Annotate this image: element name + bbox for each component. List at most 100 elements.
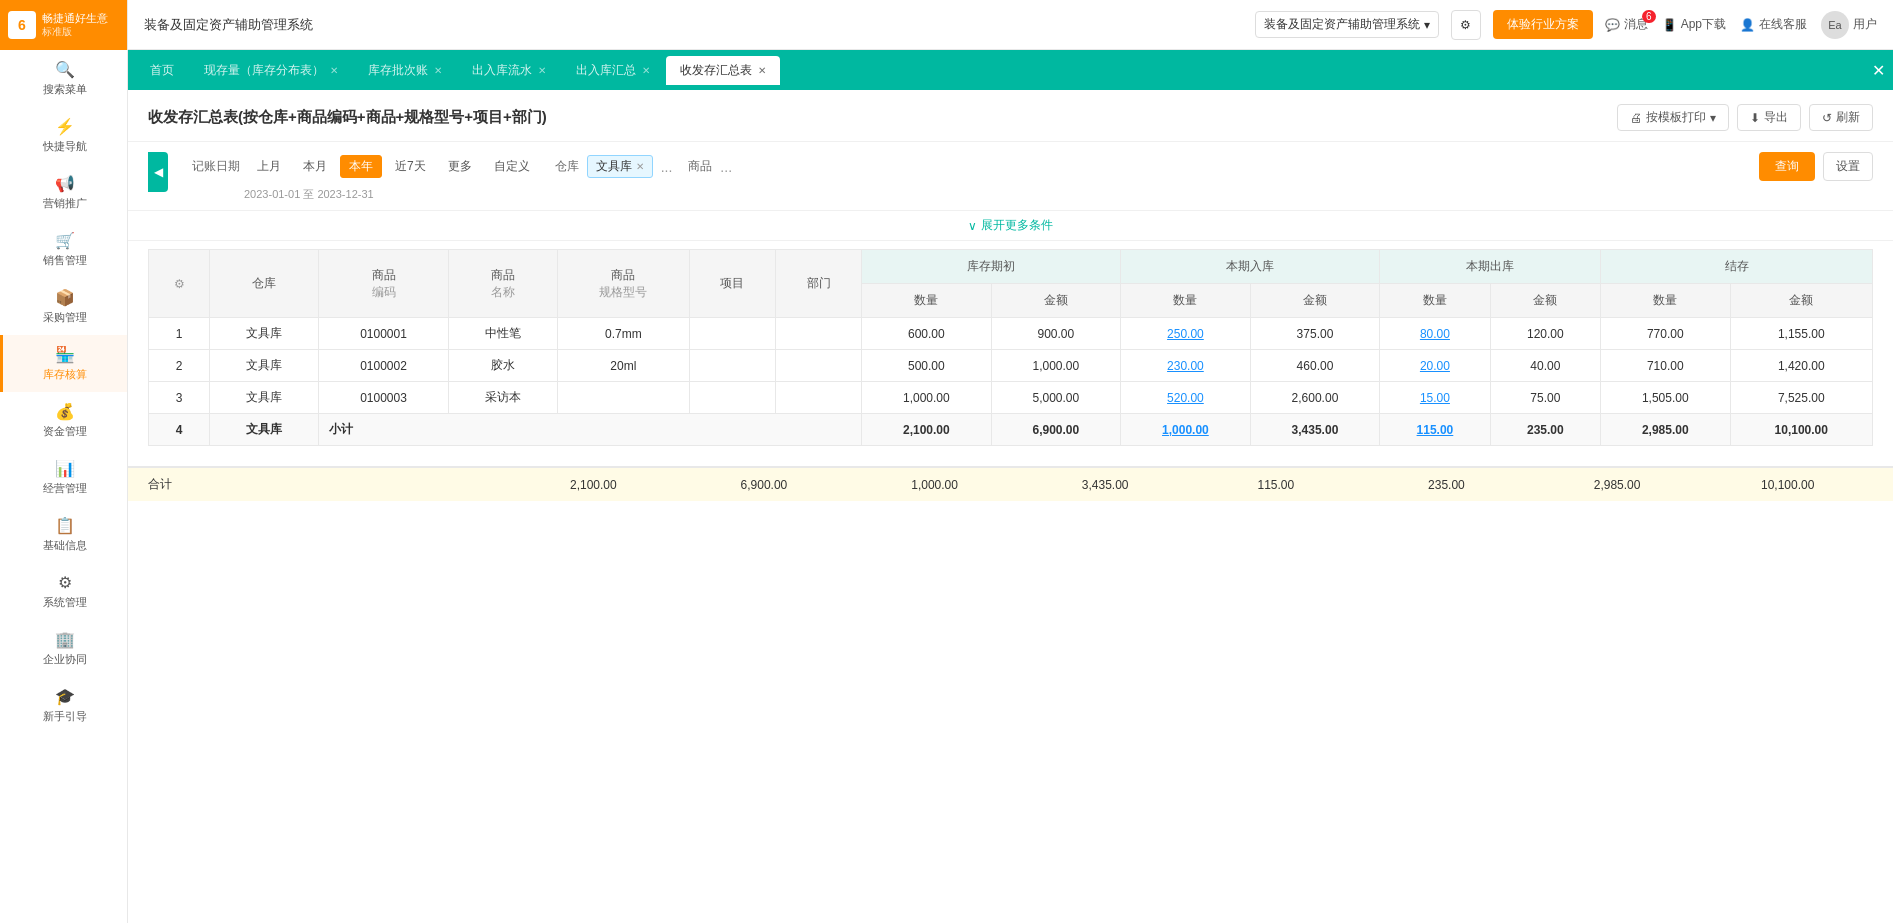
sidebar-item-quick[interactable]: ⚡快捷导航 xyxy=(0,107,127,164)
tab-inout_summary[interactable]: 出入库汇总✕ xyxy=(562,56,664,85)
row-department xyxy=(775,318,861,350)
subtotal-in-qty: 1,000.00 xyxy=(1121,414,1251,446)
sidebar-item-enterprise[interactable]: 🏢企业协同 xyxy=(0,620,127,677)
date-btn-custom[interactable]: 自定义 xyxy=(485,155,539,178)
sidebar-item-label: 新手引导 xyxy=(43,709,87,724)
tab-close-icon[interactable]: ✕ xyxy=(758,65,766,76)
sidebar-item-label: 基础信息 xyxy=(43,538,87,553)
sidebar-item-purchase[interactable]: 📦采购管理 xyxy=(0,278,127,335)
warehouse-tag-close[interactable]: ✕ xyxy=(636,161,644,172)
product-filter-label: 商品 xyxy=(688,158,712,175)
row-name: 采访本 xyxy=(448,382,557,414)
sidebar-item-finance[interactable]: 💰资金管理 xyxy=(0,392,127,449)
row-department xyxy=(775,350,861,382)
row-opening-amt: 900.00 xyxy=(991,318,1121,350)
experience-button[interactable]: 体验行业方案 xyxy=(1493,10,1593,39)
inventory-icon: 🏪 xyxy=(55,345,75,364)
tab-receive_summary[interactable]: 收发存汇总表✕ xyxy=(666,56,780,85)
tab-close-icon[interactable]: ✕ xyxy=(434,65,442,76)
th-product-code: 商品编码 xyxy=(319,250,449,318)
subtotal-opening-qty: 2,100.00 xyxy=(862,414,992,446)
export-button[interactable]: ⬇ 导出 xyxy=(1737,104,1801,131)
table-subtotal-row: 4 文具库 小计 2,100.00 6,900.00 1,000.00 3,43… xyxy=(149,414,1873,446)
row-in-qty: 250.00 xyxy=(1121,318,1251,350)
topbar-right: 💬 消息 6 📱 App下载 👤 在线客服 Ea 用户 xyxy=(1605,11,1877,39)
page-header: 收发存汇总表(按仓库+商品编码+商品+规格型号+项目+部门) 🖨 按模板打印 ▾… xyxy=(128,90,1893,142)
system-title: 装备及固定资产辅助管理系统 xyxy=(144,16,1243,34)
app-download-button[interactable]: 📱 App下载 xyxy=(1662,16,1726,33)
th-settings[interactable]: ⚙ xyxy=(149,250,210,318)
download-icon: 📱 xyxy=(1662,18,1677,32)
sidebar-item-sales[interactable]: 🛒销售管理 xyxy=(0,221,127,278)
subtotal-out-qty: 115.00 xyxy=(1380,414,1490,446)
sidebar-item-operations[interactable]: 📊经营管理 xyxy=(0,449,127,506)
message-button[interactable]: 💬 消息 6 xyxy=(1605,16,1648,33)
table-row: 2 文具库 0100002 胶水 20ml 500.00 1,000.00 23… xyxy=(149,350,1873,382)
marketing-icon: 📢 xyxy=(55,174,75,193)
expand-conditions-button[interactable]: ∨ 展开更多条件 xyxy=(968,217,1053,234)
sidebar-item-basic[interactable]: 📋基础信息 xyxy=(0,506,127,563)
sidebar-item-inventory[interactable]: 🏪库存核算 xyxy=(0,335,127,392)
export-icon: ⬇ xyxy=(1750,111,1760,125)
tabbar-close-button[interactable]: ✕ xyxy=(1872,61,1885,80)
tab-close-icon[interactable]: ✕ xyxy=(642,65,650,76)
topbar: 装备及固定资产辅助管理系统 装备及固定资产辅助管理系统 ▾ ⚙ 体验行业方案 💬… xyxy=(128,0,1893,50)
refresh-icon: ↺ xyxy=(1822,111,1832,125)
table-container: ⚙ 仓库 商品编码 商品名称 商品规格型号 项目 部门 库存期初 本期入库 本期… xyxy=(128,241,1893,466)
footer-in-qty: 1,000.00 xyxy=(849,478,1020,492)
row-code: 0100001 xyxy=(319,318,449,350)
main-content: 装备及固定资产辅助管理系统 装备及固定资产辅助管理系统 ▾ ⚙ 体验行业方案 💬… xyxy=(128,0,1893,923)
date-btn-this-year[interactable]: 本年 xyxy=(340,155,382,178)
sidebar-item-marketing[interactable]: 📢营销推广 xyxy=(0,164,127,221)
row-warehouse: 文具库 xyxy=(210,318,319,350)
avatar: Ea xyxy=(1821,11,1849,39)
tab-inout_flow[interactable]: 出入库流水✕ xyxy=(458,56,560,85)
row-out-qty: 20.00 xyxy=(1380,350,1490,382)
row-code: 0100002 xyxy=(319,350,449,382)
online-service-button[interactable]: 👤 在线客服 xyxy=(1740,16,1807,33)
sidebar-item-label: 资金管理 xyxy=(43,424,87,439)
date-btn-7days[interactable]: 近7天 xyxy=(386,155,435,178)
tab-close-icon[interactable]: ✕ xyxy=(330,65,338,76)
date-btn-last-month[interactable]: 上月 xyxy=(248,155,290,178)
print-button[interactable]: 🖨 按模板打印 ▾ xyxy=(1617,104,1729,131)
warehouse-more-dots[interactable]: ... xyxy=(661,159,673,175)
tabbar: 首页现存量（库存分布表）✕库存批次账✕出入库流水✕出入库汇总✕收发存汇总表✕✕ xyxy=(128,50,1893,90)
tab-home[interactable]: 首页 xyxy=(136,56,188,85)
date-btn-more[interactable]: 更多 xyxy=(439,155,481,178)
tab-inventory_dist[interactable]: 现存量（库存分布表） ✕ xyxy=(190,56,352,85)
row-in-qty: 520.00 xyxy=(1121,382,1251,414)
sidebar-header: 6 畅捷通好生意 标准版 xyxy=(0,0,127,50)
filter-settings-button[interactable]: 设置 xyxy=(1823,152,1873,181)
topbar-settings-button[interactable]: ⚙ xyxy=(1451,10,1481,40)
row-balance-amt: 1,420.00 xyxy=(1730,350,1872,382)
subtotal-warehouse: 文具库 xyxy=(210,414,319,446)
user-menu[interactable]: Ea 用户 xyxy=(1821,11,1877,39)
refresh-button[interactable]: ↺ 刷新 xyxy=(1809,104,1873,131)
row-in-amt: 375.00 xyxy=(1250,318,1380,350)
th-warehouse: 仓库 xyxy=(210,250,319,318)
chevron-down-icon: ▾ xyxy=(1424,18,1430,32)
row-department xyxy=(775,382,861,414)
th-out-amt: 金额 xyxy=(1490,284,1600,318)
system-dropdown[interactable]: 装备及固定资产辅助管理系统 ▾ xyxy=(1255,11,1439,38)
chevron-down-icon: ▾ xyxy=(1710,111,1716,125)
collapse-arrow[interactable]: ◀ xyxy=(148,152,168,192)
product-more-dots[interactable]: ... xyxy=(720,159,732,175)
query-button[interactable]: 查询 xyxy=(1759,152,1815,181)
warehouse-filter-tag[interactable]: 文具库 ✕ xyxy=(587,155,653,178)
sidebar-item-system[interactable]: ⚙系统管理 xyxy=(0,563,127,620)
row-in-qty: 230.00 xyxy=(1121,350,1251,382)
sidebar-item-search[interactable]: 🔍搜索菜单 xyxy=(0,50,127,107)
sidebar-item-guide[interactable]: 🎓新手引导 xyxy=(0,677,127,734)
date-btn-this-month[interactable]: 本月 xyxy=(294,155,336,178)
tab-close-icon[interactable]: ✕ xyxy=(538,65,546,76)
footer-opening-qty: 2,100.00 xyxy=(508,478,679,492)
row-project xyxy=(689,318,775,350)
footer-balance-qty: 2,985.00 xyxy=(1532,478,1703,492)
tab-label: 现存量（库存分布表） xyxy=(204,62,324,79)
tab-batch[interactable]: 库存批次账✕ xyxy=(354,56,456,85)
refresh-label: 刷新 xyxy=(1836,109,1860,126)
expand-conditions-row: ∨ 展开更多条件 xyxy=(128,211,1893,241)
subtotal-balance-qty: 2,985.00 xyxy=(1601,414,1731,446)
